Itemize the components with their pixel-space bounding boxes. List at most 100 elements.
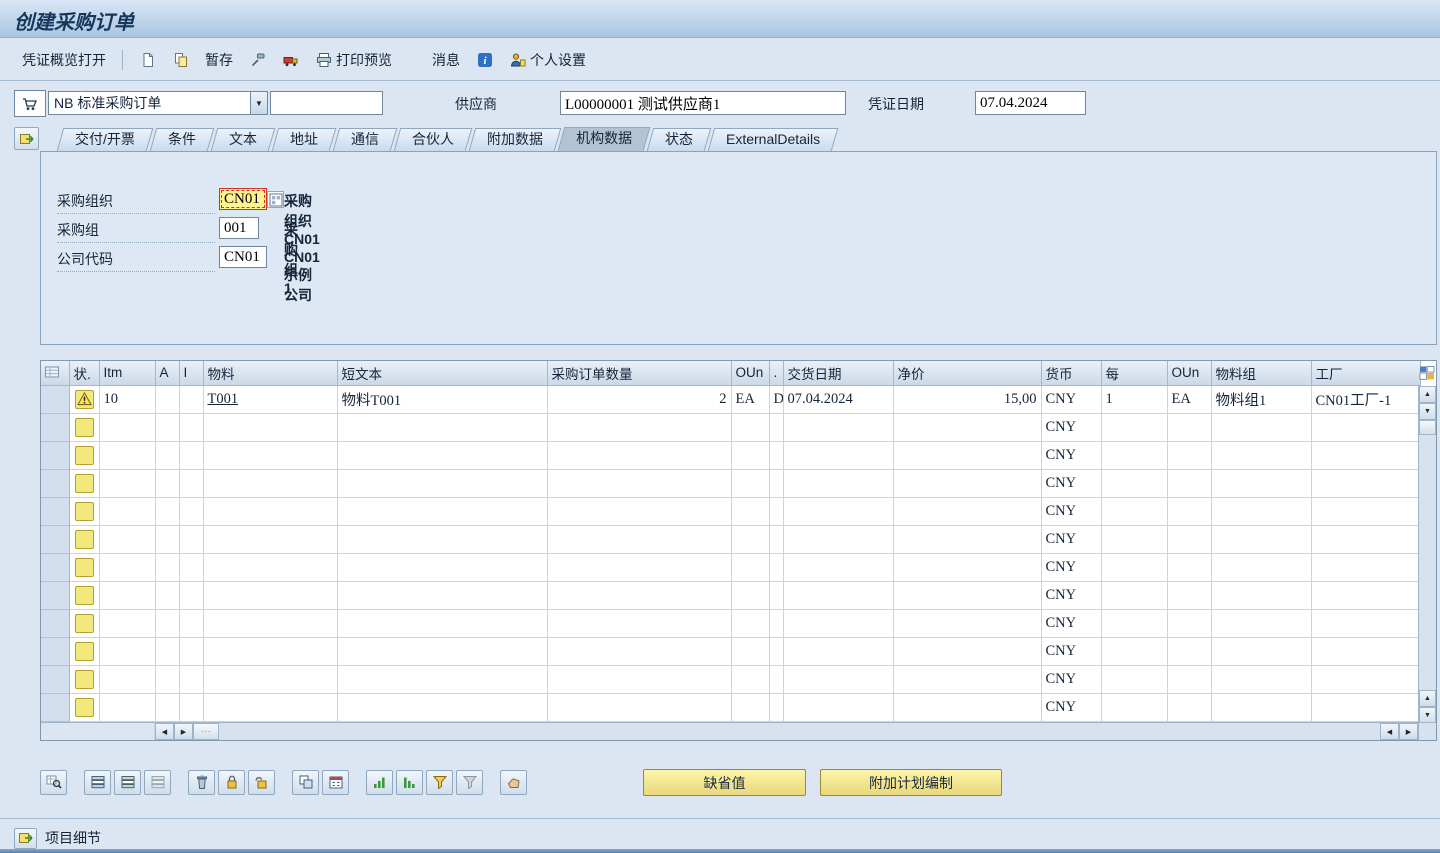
col-header-material_group[interactable]: 物料组 xyxy=(1211,361,1311,385)
cell-itm[interactable] xyxy=(99,525,155,553)
row-selector[interactable] xyxy=(41,693,69,721)
status-badge[interactable] xyxy=(75,530,94,549)
cell-currency[interactable]: CNY xyxy=(1041,637,1101,665)
cell-currency[interactable]: CNY xyxy=(1041,525,1101,553)
cell-qty[interactable] xyxy=(547,637,731,665)
cell-oun[interactable] xyxy=(731,553,769,581)
material-link[interactable]: T001 xyxy=(208,391,239,407)
cell-qty[interactable] xyxy=(547,469,731,497)
cell-material_group[interactable]: 物料组1 xyxy=(1211,385,1311,413)
order-button[interactable] xyxy=(274,47,307,72)
cell-i[interactable] xyxy=(179,385,203,413)
cell-short_text[interactable]: 物料T001 xyxy=(337,385,547,413)
cell-oun2[interactable] xyxy=(1167,581,1211,609)
cell-itm[interactable] xyxy=(99,469,155,497)
cell-qty[interactable] xyxy=(547,497,731,525)
copy-row-button[interactable] xyxy=(114,770,141,795)
cell-oun2[interactable] xyxy=(1167,609,1211,637)
cell-delivery_date[interactable] xyxy=(783,441,893,469)
cell-oun2[interactable] xyxy=(1167,413,1211,441)
horizontal-scrollbar[interactable]: ◀ ▶ ··· ◀ ▶ xyxy=(41,722,1418,740)
cell-material_group[interactable] xyxy=(1211,441,1311,469)
cell-delivery_date[interactable] xyxy=(783,413,893,441)
cell-currency[interactable]: CNY xyxy=(1041,441,1101,469)
cell-status[interactable] xyxy=(69,637,99,665)
cell-status[interactable] xyxy=(69,441,99,469)
tab-文本[interactable]: 文本 xyxy=(211,128,276,151)
cell-delivery_date[interactable] xyxy=(783,637,893,665)
messages-button[interactable]: 消息 xyxy=(424,46,468,74)
cell-plant[interactable]: CN01工厂-1 xyxy=(1311,385,1420,413)
sort-ascending-button[interactable] xyxy=(366,770,393,795)
cell-per[interactable] xyxy=(1101,637,1167,665)
cell-qty[interactable] xyxy=(547,441,731,469)
cell-per[interactable] xyxy=(1101,665,1167,693)
select-all-corner[interactable] xyxy=(41,361,69,385)
scroll-left-icon[interactable]: ◀ xyxy=(1380,723,1399,740)
col-header-status[interactable]: 状. xyxy=(69,361,99,385)
scroll-down-icon[interactable]: ▼ xyxy=(1419,403,1436,420)
cell-material_group[interactable] xyxy=(1211,413,1311,441)
cell-qty[interactable] xyxy=(547,525,731,553)
cell-qty[interactable] xyxy=(547,665,731,693)
cell-plant[interactable] xyxy=(1311,553,1420,581)
status-badge[interactable] xyxy=(75,558,94,577)
cell-oun[interactable] xyxy=(731,497,769,525)
cell-oun[interactable] xyxy=(731,413,769,441)
cell-material[interactable] xyxy=(203,637,337,665)
status-badge[interactable] xyxy=(75,446,94,465)
cell-a[interactable] xyxy=(155,553,179,581)
cell-per[interactable] xyxy=(1101,553,1167,581)
cell-material_group[interactable] xyxy=(1211,693,1311,721)
cell-short_text[interactable] xyxy=(337,581,547,609)
vertical-scrollbar[interactable]: ▲ ▼ ▲ ▼ xyxy=(1418,386,1436,724)
cell-itm[interactable] xyxy=(99,581,155,609)
cell-delivery_date[interactable] xyxy=(783,497,893,525)
new-document-button[interactable] xyxy=(131,47,164,72)
cell-material[interactable] xyxy=(203,497,337,525)
cell-oun2[interactable] xyxy=(1167,525,1211,553)
cell-dcat[interactable] xyxy=(769,525,783,553)
cell-dcat[interactable] xyxy=(769,609,783,637)
vscroll-thumb[interactable] xyxy=(1419,420,1436,435)
cell-material[interactable] xyxy=(203,581,337,609)
col-header-net_price[interactable]: 净价 xyxy=(893,361,1041,385)
cell-dcat[interactable] xyxy=(769,497,783,525)
cell-oun[interactable] xyxy=(731,469,769,497)
cell-oun[interactable] xyxy=(731,441,769,469)
status-badge[interactable] xyxy=(75,698,94,717)
cell-delivery_date[interactable] xyxy=(783,693,893,721)
cell-material_group[interactable] xyxy=(1211,469,1311,497)
lock-button[interactable] xyxy=(218,770,245,795)
cell-a[interactable] xyxy=(155,413,179,441)
default-values-button[interactable]: 缺省值 xyxy=(643,769,806,796)
cell-a[interactable] xyxy=(155,469,179,497)
col-header-i[interactable]: I xyxy=(179,361,203,385)
cell-oun2[interactable] xyxy=(1167,497,1211,525)
cell-plant[interactable] xyxy=(1311,637,1420,665)
scroll-up-icon[interactable]: ▲ xyxy=(1419,690,1436,707)
cell-currency[interactable]: CNY xyxy=(1041,469,1101,497)
status-badge[interactable] xyxy=(75,642,94,661)
cell-oun[interactable] xyxy=(731,637,769,665)
cell-oun[interactable] xyxy=(731,609,769,637)
chevron-down-icon[interactable]: ▼ xyxy=(250,92,267,114)
cell-i[interactable] xyxy=(179,581,203,609)
cell-i[interactable] xyxy=(179,525,203,553)
matchcode-button[interactable] xyxy=(267,191,284,208)
cell-oun2[interactable] xyxy=(1167,469,1211,497)
status-badge[interactable] xyxy=(75,418,94,437)
cell-itm[interactable] xyxy=(99,441,155,469)
cell-status[interactable] xyxy=(69,609,99,637)
tab-附加数据[interactable]: 附加数据 xyxy=(469,128,562,151)
cell-plant[interactable] xyxy=(1311,693,1420,721)
cell-per[interactable] xyxy=(1101,609,1167,637)
cell-material[interactable] xyxy=(203,441,337,469)
cell-dcat[interactable]: D xyxy=(769,385,783,413)
doc-date-input[interactable] xyxy=(975,91,1086,115)
cell-a[interactable] xyxy=(155,693,179,721)
tab-通信[interactable]: 通信 xyxy=(333,128,398,151)
row-selector[interactable] xyxy=(41,609,69,637)
cell-plant[interactable] xyxy=(1311,525,1420,553)
cell-status[interactable] xyxy=(69,469,99,497)
